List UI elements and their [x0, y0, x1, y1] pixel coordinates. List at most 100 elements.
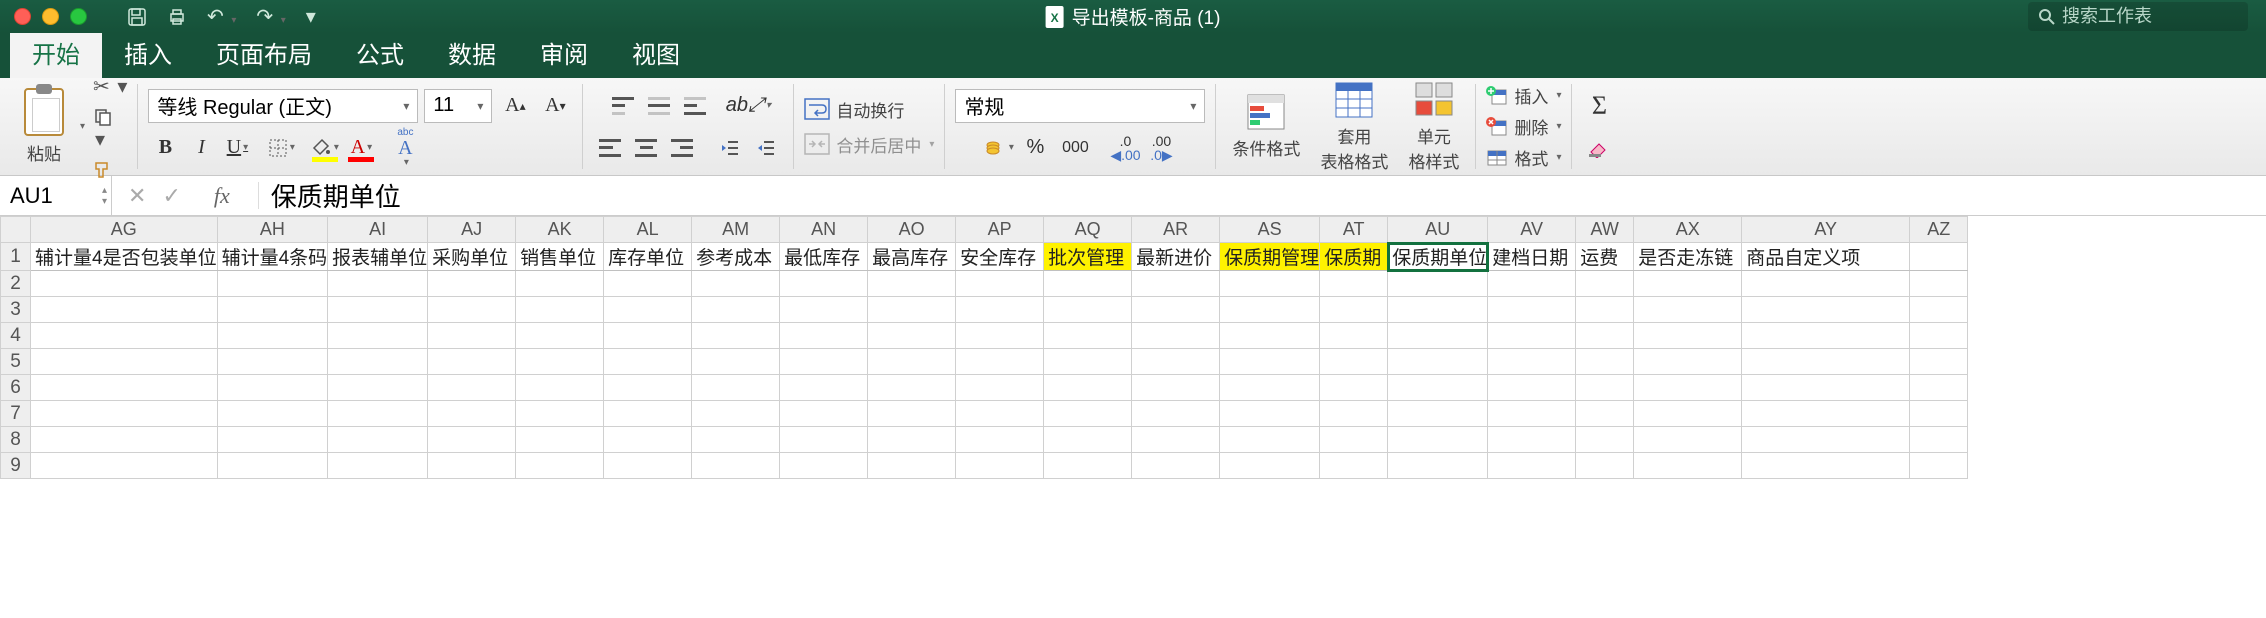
cell-AP9[interactable]	[956, 453, 1044, 479]
cell-AW1[interactable]: 运费	[1576, 243, 1634, 271]
col-header-AS[interactable]: AS	[1220, 217, 1320, 243]
cell-AU6[interactable]	[1388, 375, 1488, 401]
cell-AT4[interactable]	[1320, 323, 1388, 349]
cell-AX6[interactable]	[1634, 375, 1742, 401]
cell-AZ9[interactable]	[1910, 453, 1968, 479]
cell-AU2[interactable]	[1388, 271, 1488, 297]
decrease-decimal-button[interactable]: .00.0▶	[1144, 131, 1178, 165]
cell-AM6[interactable]	[692, 375, 780, 401]
row-header-2[interactable]: 2	[1, 271, 31, 297]
copy-button[interactable]: ▾	[93, 107, 127, 152]
cell-AK9[interactable]	[516, 453, 604, 479]
cell-AI5[interactable]	[328, 349, 428, 375]
cell-AV2[interactable]	[1488, 271, 1576, 297]
delete-cells-button[interactable]: 删除▾	[1486, 114, 1561, 139]
cell-AY2[interactable]	[1742, 271, 1910, 297]
cell-AW2[interactable]	[1576, 271, 1634, 297]
align-left-button[interactable]	[593, 131, 627, 165]
cell-AJ7[interactable]	[428, 401, 516, 427]
cell-AO5[interactable]	[868, 349, 956, 375]
cell-AR9[interactable]	[1132, 453, 1220, 479]
tab-insert[interactable]: 插入	[102, 27, 194, 78]
cell-AJ4[interactable]	[428, 323, 516, 349]
cut-button[interactable]: ✂ ▾	[93, 74, 127, 99]
cell-AZ7[interactable]	[1910, 401, 1968, 427]
cell-AH7[interactable]	[217, 401, 328, 427]
cell-AM8[interactable]	[692, 427, 780, 453]
cell-AP5[interactable]	[956, 349, 1044, 375]
cell-AP6[interactable]	[956, 375, 1044, 401]
italic-button[interactable]: I	[184, 131, 218, 165]
col-header-AN[interactable]: AN	[780, 217, 868, 243]
phonetic-guide-button[interactable]: abcA▾	[388, 131, 422, 165]
col-header-AR[interactable]: AR	[1132, 217, 1220, 243]
cell-AX7[interactable]	[1634, 401, 1742, 427]
cell-AZ5[interactable]	[1910, 349, 1968, 375]
cell-AZ4[interactable]	[1910, 323, 1968, 349]
cell-AG7[interactable]	[31, 401, 218, 427]
col-header-AP[interactable]: AP	[956, 217, 1044, 243]
cell-AI4[interactable]	[328, 323, 428, 349]
row-header-9[interactable]: 9	[1, 453, 31, 479]
cell-AT3[interactable]	[1320, 297, 1388, 323]
cell-AP4[interactable]	[956, 323, 1044, 349]
cell-AR4[interactable]	[1132, 323, 1220, 349]
cell-AT2[interactable]	[1320, 271, 1388, 297]
paste-button[interactable]: 粘贴	[18, 86, 70, 167]
cell-AK4[interactable]	[516, 323, 604, 349]
cell-AN5[interactable]	[780, 349, 868, 375]
align-top-button[interactable]	[606, 89, 640, 123]
clear-button[interactable]	[1582, 131, 1616, 165]
cell-AJ3[interactable]	[428, 297, 516, 323]
cell-AG2[interactable]	[31, 271, 218, 297]
col-header-AI[interactable]: AI	[328, 217, 428, 243]
cell-AW9[interactable]	[1576, 453, 1634, 479]
font-name-combo[interactable]: 等线 Regular (正文)▾	[148, 89, 418, 123]
cell-AW3[interactable]	[1576, 297, 1634, 323]
cell-AV7[interactable]	[1488, 401, 1576, 427]
search-input[interactable]	[2062, 6, 2222, 27]
cell-AX3[interactable]	[1634, 297, 1742, 323]
cell-AR2[interactable]	[1132, 271, 1220, 297]
cell-AY4[interactable]	[1742, 323, 1910, 349]
row-header-8[interactable]: 8	[1, 427, 31, 453]
cell-AH1[interactable]: 辅计量4条码	[217, 243, 328, 271]
cell-AX5[interactable]	[1634, 349, 1742, 375]
cell-AZ8[interactable]	[1910, 427, 1968, 453]
cell-AV8[interactable]	[1488, 427, 1576, 453]
row-header-1[interactable]: 1	[1, 243, 31, 271]
cell-AG4[interactable]	[31, 323, 218, 349]
cell-AJ8[interactable]	[428, 427, 516, 453]
cell-AN2[interactable]	[780, 271, 868, 297]
cell-AI6[interactable]	[328, 375, 428, 401]
cell-AI1[interactable]: 报表辅单位	[328, 243, 428, 271]
cell-AQ8[interactable]	[1044, 427, 1132, 453]
cell-AS7[interactable]	[1220, 401, 1320, 427]
align-bottom-button[interactable]	[678, 89, 712, 123]
cell-AT1[interactable]: 保质期	[1320, 243, 1388, 271]
fx-label[interactable]: fx	[214, 183, 230, 209]
cell-AP1[interactable]: 安全库存	[956, 243, 1044, 271]
cell-AI3[interactable]	[328, 297, 428, 323]
cell-AH6[interactable]	[217, 375, 328, 401]
format-as-table-button[interactable]: 套用 表格格式	[1314, 79, 1394, 175]
cell-AH2[interactable]	[217, 271, 328, 297]
qat-customize-button[interactable]: ▾	[306, 4, 316, 29]
format-cells-button[interactable]: 格式▾	[1486, 145, 1561, 170]
cell-AY3[interactable]	[1742, 297, 1910, 323]
cell-AL8[interactable]	[604, 427, 692, 453]
cell-AS2[interactable]	[1220, 271, 1320, 297]
search-sheet-box[interactable]	[2028, 2, 2248, 31]
cell-AS6[interactable]	[1220, 375, 1320, 401]
cell-AP2[interactable]	[956, 271, 1044, 297]
cell-AU9[interactable]	[1388, 453, 1488, 479]
cell-AO6[interactable]	[868, 375, 956, 401]
cell-AM5[interactable]	[692, 349, 780, 375]
col-header-AO[interactable]: AO	[868, 217, 956, 243]
cell-AH8[interactable]	[217, 427, 328, 453]
cell-AJ9[interactable]	[428, 453, 516, 479]
cell-AS9[interactable]	[1220, 453, 1320, 479]
row-header-7[interactable]: 7	[1, 401, 31, 427]
cell-AM3[interactable]	[692, 297, 780, 323]
cell-AO4[interactable]	[868, 323, 956, 349]
